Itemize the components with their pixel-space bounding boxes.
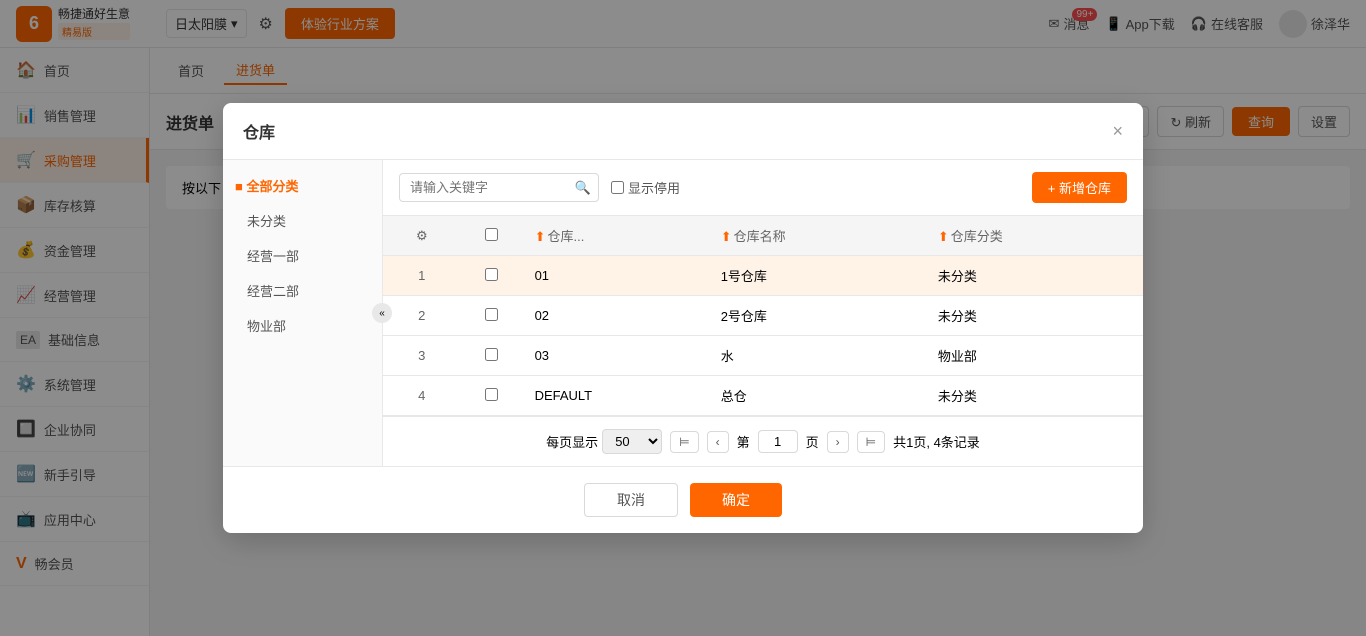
row-category: 未分类 <box>926 376 1143 416</box>
sort-icon-code: ⬆ <box>535 229 546 244</box>
category-item-unclassified[interactable]: 未分类 <box>223 203 382 238</box>
row-name: 2号仓库 <box>709 296 926 336</box>
pagination: 每页显示 50 100 ⊨ ‹ 第 页 › ⊨ 共1页, 4条记录 <box>383 416 1143 466</box>
row-checkbox[interactable] <box>485 388 498 401</box>
table-header-row: ⚙ ⬆仓库... ⬆仓库名称 <box>383 216 1143 256</box>
row-checkbox[interactable] <box>485 348 498 361</box>
category-item-property[interactable]: 物业部 <box>223 308 382 343</box>
category-item-ops1[interactable]: 经营一部 <box>223 238 382 273</box>
per-page-select[interactable]: 50 100 <box>602 429 662 454</box>
all-category-label: ■ 全部分类 <box>235 176 298 195</box>
page-prev-button[interactable]: ‹ <box>707 431 729 453</box>
table-row[interactable]: 2 02 2号仓库 未分类 <box>383 296 1143 336</box>
modal-header: 仓库 × <box>223 103 1143 160</box>
warehouse-table: ⚙ ⬆仓库... ⬆仓库名称 <box>383 216 1143 416</box>
cancel-button[interactable]: 取消 <box>584 483 678 517</box>
page-first-button[interactable]: ⊨ <box>670 431 698 453</box>
row-name: 1号仓库 <box>709 256 926 296</box>
row-check[interactable] <box>461 336 523 376</box>
page-total-info: 共1页, 4条记录 <box>893 432 980 451</box>
sort-icon-category: ⬆ <box>938 229 949 244</box>
select-all-checkbox[interactable] <box>485 228 498 241</box>
category-all-header[interactable]: ■ 全部分类 <box>223 168 382 203</box>
row-num: 1 <box>383 256 461 296</box>
table-row[interactable]: 1 01 1号仓库 未分类 <box>383 256 1143 296</box>
table-row[interactable]: 3 03 水 物业部 <box>383 336 1143 376</box>
table-row[interactable]: 4 DEFAULT 总仓 未分类 <box>383 376 1143 416</box>
row-num: 3 <box>383 336 461 376</box>
modal-footer: 取消 确定 <box>223 466 1143 533</box>
content-panel: 🔍 显示停用 + 新增仓库 ⚙ <box>383 160 1143 466</box>
row-check[interactable] <box>461 296 523 336</box>
row-code: 01 <box>523 256 709 296</box>
row-checkbox[interactable] <box>485 308 498 321</box>
row-category: 物业部 <box>926 336 1143 376</box>
add-warehouse-button[interactable]: + 新增仓库 <box>1032 172 1127 203</box>
per-page-label: 每页显示 <box>546 432 598 451</box>
show-disabled-text: 显示停用 <box>628 178 680 197</box>
page-next-button[interactable]: › <box>827 431 849 453</box>
row-name: 总仓 <box>709 376 926 416</box>
row-check[interactable] <box>461 256 523 296</box>
search-input-wrap: 🔍 <box>399 173 599 202</box>
page-last-button[interactable]: ⊨ <box>857 431 885 453</box>
content-toolbar: 🔍 显示停用 + 新增仓库 <box>383 160 1143 216</box>
col-header-category[interactable]: ⬆仓库分类 <box>926 216 1143 256</box>
page-label: 第 <box>737 432 750 451</box>
search-icon[interactable]: 🔍 <box>575 180 591 196</box>
row-name: 水 <box>709 336 926 376</box>
modal-overlay[interactable]: 仓库 × ■ 全部分类 « 未分类 经营一部 经营二部 物业部 <box>0 0 1366 636</box>
category-item-ops2[interactable]: 经营二部 <box>223 273 382 308</box>
col-header-code[interactable]: ⬆仓库... <box>523 216 709 256</box>
col-header-name[interactable]: ⬆仓库名称 <box>709 216 926 256</box>
row-category: 未分类 <box>926 296 1143 336</box>
category-panel: ■ 全部分类 « 未分类 经营一部 经营二部 物业部 <box>223 160 383 466</box>
confirm-button[interactable]: 确定 <box>690 483 782 517</box>
modal-body: ■ 全部分类 « 未分类 经营一部 经营二部 物业部 🔍 <box>223 160 1143 466</box>
page-suffix-label: 页 <box>806 432 819 451</box>
row-code: 03 <box>523 336 709 376</box>
warehouse-modal: 仓库 × ■ 全部分类 « 未分类 经营一部 经营二部 物业部 <box>223 103 1143 533</box>
show-disabled-label[interactable]: 显示停用 <box>611 178 680 197</box>
row-num: 2 <box>383 296 461 336</box>
search-input[interactable] <box>399 173 599 202</box>
search-area: 🔍 显示停用 <box>399 173 680 202</box>
col-header-check <box>461 216 523 256</box>
page-size-select: 每页显示 50 100 <box>546 429 662 454</box>
row-num: 4 <box>383 376 461 416</box>
row-checkbox[interactable] <box>485 268 498 281</box>
row-code: DEFAULT <box>523 376 709 416</box>
show-disabled-checkbox[interactable] <box>611 181 624 194</box>
sort-icon-name: ⬆ <box>721 229 732 244</box>
warehouse-table-wrap: ⚙ ⬆仓库... ⬆仓库名称 <box>383 216 1143 416</box>
row-category: 未分类 <box>926 256 1143 296</box>
col-header-settings: ⚙ <box>383 216 461 256</box>
collapse-button[interactable]: « <box>372 303 392 323</box>
row-code: 02 <box>523 296 709 336</box>
modal-title: 仓库 <box>243 119 275 143</box>
modal-close-button[interactable]: × <box>1112 121 1123 142</box>
page-number-input[interactable] <box>758 430 798 453</box>
row-check[interactable] <box>461 376 523 416</box>
